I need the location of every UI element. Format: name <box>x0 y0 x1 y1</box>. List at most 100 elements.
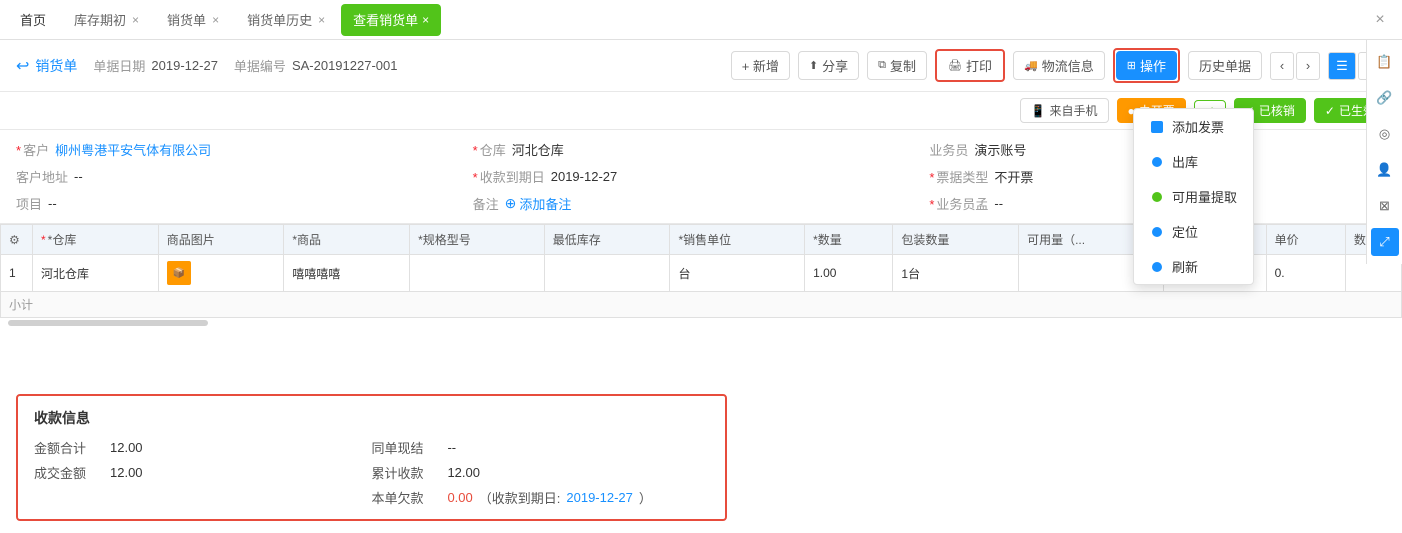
same-order-label: 同单现结 <box>371 438 441 457</box>
dropdown-add-invoice[interactable]: 添加发票 <box>1134 109 1253 144</box>
tab-sales-close[interactable]: × <box>212 13 219 27</box>
staff-value: 演示账号 <box>974 140 1026 159</box>
customer-row: 客户 柳州粤港平安气体有限公司 <box>16 140 473 159</box>
cell-unit: 台 <box>670 255 805 292</box>
from-phone-label: 来自手机 <box>1050 102 1098 119</box>
horizontal-scrollbar[interactable] <box>8 320 208 326</box>
tab-inventory[interactable]: 库存期初 × <box>62 4 151 36</box>
cell-qty: 1.00 <box>805 255 893 292</box>
payment-info-box: 收款信息 金额合计 12.00 同单现结 -- 成交金额 12.00 <box>16 394 727 521</box>
share-button[interactable]: ⬆ 分享 <box>798 51 859 80</box>
list-view-button[interactable]: ☰ <box>1328 52 1356 80</box>
locate-icon <box>1150 225 1164 239</box>
tab-view-sales-close[interactable]: × <box>422 13 429 27</box>
tab-sales-history-close[interactable]: × <box>318 13 325 27</box>
tab-view-sales-label: 查看销货单 <box>353 10 418 29</box>
effect-check-icon: ✓ <box>1325 104 1335 118</box>
tab-view-sales[interactable]: 查看销货单 × <box>341 4 441 36</box>
tab-bar: 首页 库存期初 × 销货单 × 销货单历史 × 查看销货单 × × <box>0 0 1402 40</box>
tab-sales-order-label: 销货单 <box>167 10 206 29</box>
due-date-row: 收款到期日 2019-12-27 <box>473 167 930 186</box>
col-img: 商品图片 <box>158 225 284 255</box>
invoice-icon <box>1150 120 1164 134</box>
cell-warehouse: 河北仓库 <box>33 255 159 292</box>
print-button[interactable]: 🖨 打印 <box>938 52 1002 79</box>
share-label: 分享 <box>822 56 848 75</box>
project-value: -- <box>48 196 57 211</box>
doc-num-label: 单据编号 <box>234 56 286 75</box>
prev-arrow[interactable]: ‹ <box>1270 52 1294 80</box>
dropdown-outbound[interactable]: 出库 <box>1134 144 1253 179</box>
tab-home[interactable]: 首页 <box>8 4 58 36</box>
dropdown-locate[interactable]: 定位 <box>1134 214 1253 249</box>
tab-sales-history[interactable]: 销货单历史 × <box>235 4 337 36</box>
dropdown-refresh[interactable]: 刷新 <box>1134 249 1253 284</box>
due-date-value: 2019-12-27 <box>551 169 618 184</box>
new-button[interactable]: + 新增 <box>731 51 790 80</box>
refresh-label: 刷新 <box>1172 257 1198 276</box>
print-label: 打印 <box>966 56 992 75</box>
due-amount-value: 0.00 <box>447 490 472 505</box>
warehouse-row: 仓库 河北仓库 <box>473 140 930 159</box>
sidebar-at-icon[interactable]: ◎ <box>1371 120 1399 148</box>
due-date: 2019-12-27 <box>566 490 633 505</box>
dropdown-menu: 添加发票 出库 可用量提取 定位 刷新 <box>1133 108 1254 285</box>
add-note-label: 添加备注 <box>519 194 571 213</box>
staff-label: 业务员 <box>929 140 968 159</box>
dropdown-avail-extract[interactable]: 可用量提取 <box>1134 179 1253 214</box>
action-highlight: ⊞ 操作 <box>1113 48 1180 83</box>
project-label: 项目 <box>16 194 42 213</box>
action-button[interactable]: ⊞ 操作 <box>1116 51 1177 80</box>
tab-home-label: 首页 <box>20 10 46 29</box>
new-label: + 新增 <box>742 56 779 75</box>
col-pkg-qty: 包装数量 <box>893 225 1019 255</box>
print-highlight: 🖨 打印 <box>935 49 1005 82</box>
customer-value[interactable]: 柳州粤港平安气体有限公司 <box>55 140 211 159</box>
col-unit: *销售单位 <box>670 225 805 255</box>
copy-icon: ⧉ <box>878 59 886 72</box>
doc-date-meta: 单据日期 2019-12-27 <box>93 56 218 75</box>
sidebar-link-icon[interactable]: 🔗 <box>1371 84 1399 112</box>
due-note-end: ） <box>639 488 709 507</box>
note-label: 备注 <box>473 194 499 213</box>
sidebar-star-icon[interactable]: ⊠ <box>1371 192 1399 220</box>
due-date-label: 收款到期日 <box>473 167 545 186</box>
next-arrow[interactable]: › <box>1296 52 1320 80</box>
history-button[interactable]: 历史单据 <box>1188 51 1262 80</box>
add-note-button[interactable]: ⊕ 添加备注 <box>505 194 572 213</box>
cell-min-stock <box>544 255 670 292</box>
truck-icon: 🚚 <box>1024 59 1038 72</box>
from-phone-button[interactable]: 📱 来自手机 <box>1020 98 1109 123</box>
outbound-label: 出库 <box>1172 152 1198 171</box>
outbound-icon <box>1150 155 1164 169</box>
tab-sales-order[interactable]: 销货单 × <box>155 4 231 36</box>
ticket-value: 不开票 <box>994 167 1033 186</box>
sales-icon: ↩ <box>16 56 29 76</box>
due-note: （收款到期日: <box>479 488 561 507</box>
window-close-button[interactable]: × <box>1366 6 1394 34</box>
sidebar-user-icon[interactable]: 👤 <box>1371 156 1399 184</box>
cell-product[interactable]: 嘻嘻嘻嘻 <box>284 255 410 292</box>
col-gear: ⚙ <box>1 225 33 255</box>
warehouse-label: 仓库 <box>473 140 506 159</box>
sidebar-note-icon[interactable]: 📋 <box>1371 48 1399 76</box>
gear-icon[interactable]: ⚙ <box>9 233 20 247</box>
ticket-label: 票据类型 <box>929 167 988 186</box>
tab-inventory-close[interactable]: × <box>132 13 139 27</box>
sidebar-expand-icon[interactable]: ⤢ <box>1371 228 1399 256</box>
cumulative-row: 累计收款 12.00 <box>371 463 708 482</box>
copy-button[interactable]: ⧉ 复制 <box>867 51 927 80</box>
cell-pkg-qty: 1台 <box>893 255 1019 292</box>
copy-label: 复制 <box>890 56 916 75</box>
doc-header: ↩ 销货单 单据日期 2019-12-27 单据编号 SA-20191227-0… <box>0 40 1402 92</box>
col-warehouse: *仓库 <box>33 225 159 255</box>
amount-total-value: 12.00 <box>110 440 143 455</box>
logistics-button[interactable]: 🚚 物流信息 <box>1013 51 1105 80</box>
history-label: 历史单据 <box>1199 56 1251 75</box>
warehouse-value: 河北仓库 <box>512 140 564 159</box>
subtotal-label: 小计 <box>1 292 1402 318</box>
doc-title: ↩ 销货单 <box>16 56 77 76</box>
amount-total-row: 金额合计 12.00 <box>34 438 371 457</box>
grid-icon: ⊞ <box>1127 59 1136 72</box>
avail-icon <box>1150 190 1164 204</box>
